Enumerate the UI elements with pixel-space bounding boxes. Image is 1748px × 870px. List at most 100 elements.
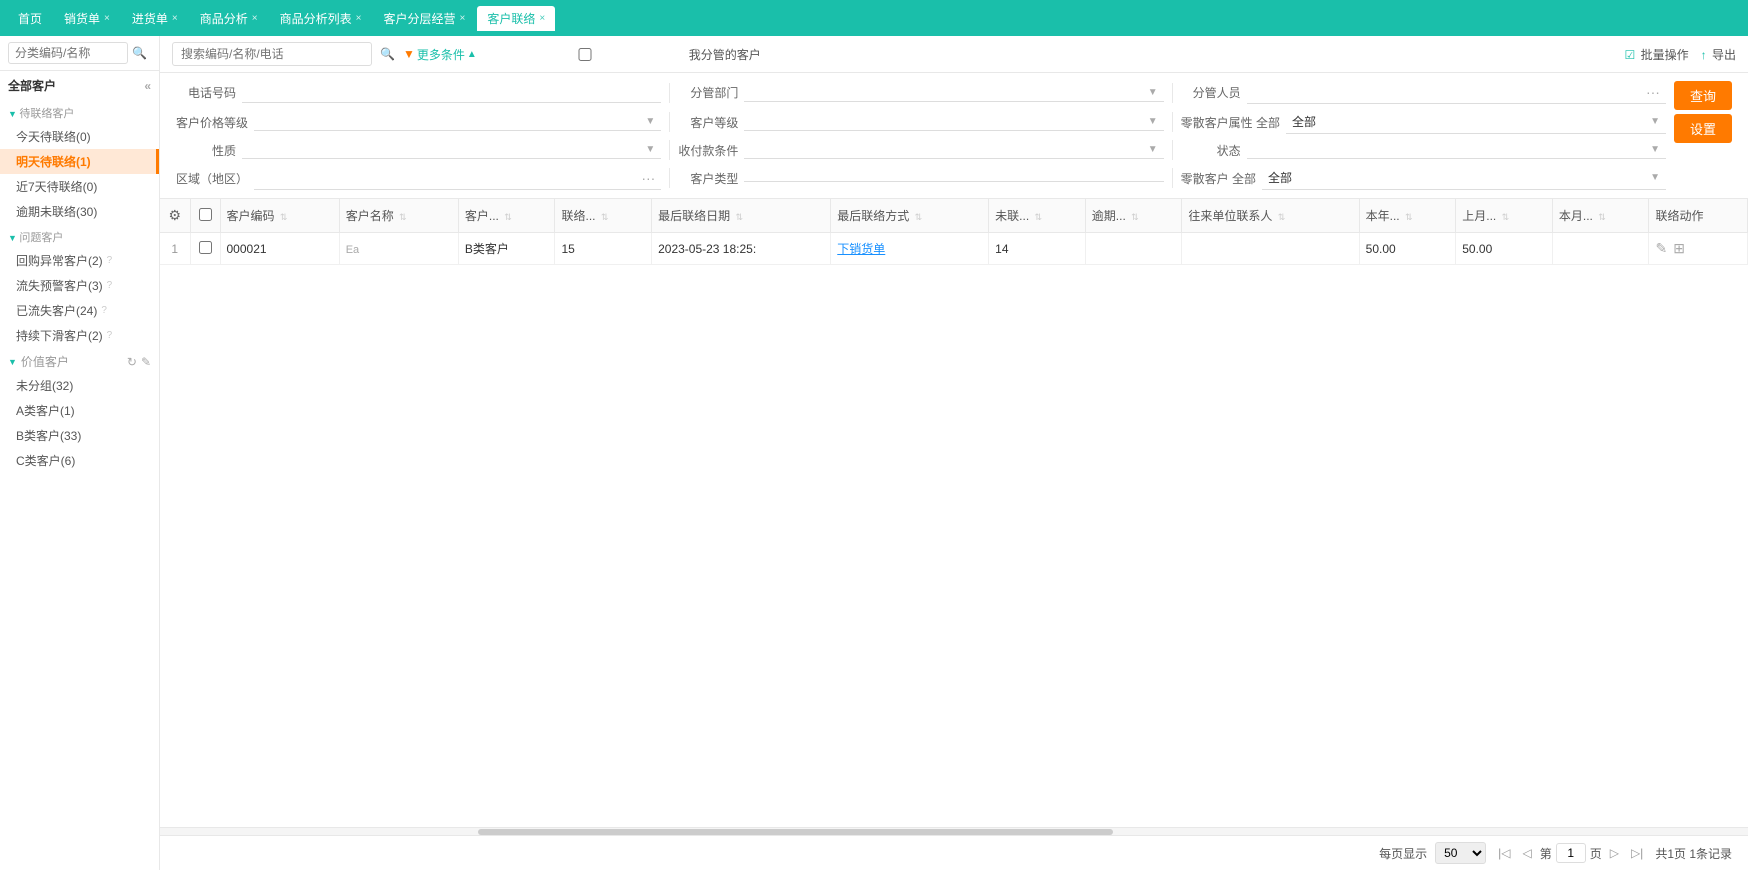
close-customer-seg-icon[interactable]: × xyxy=(459,13,465,24)
grid-action-icon[interactable]: ⊞ xyxy=(1673,240,1685,257)
sidebar-item-unclassified[interactable]: 未分组(32) xyxy=(0,373,159,398)
filter-cust-type: 客户类型 xyxy=(678,170,1163,187)
col-name: 客户名称 ⇅ xyxy=(339,199,458,233)
all-customers-label: 全部客户 xyxy=(8,77,56,94)
nav-analysis-list[interactable]: 商品分析列表 × xyxy=(270,6,372,31)
sidebar-item-lost[interactable]: 已流失客户(24) ? xyxy=(0,298,159,323)
sidebar-item-overdue[interactable]: 逾期未联络(30) xyxy=(0,199,159,224)
first-page-btn[interactable]: |◁ xyxy=(1494,844,1514,862)
price-level-select[interactable]: ▼ xyxy=(254,113,661,131)
export-btn[interactable]: ↑ 导出 xyxy=(1701,46,1736,63)
sort-uncontacted-icon[interactable]: ⇅ xyxy=(1035,212,1043,222)
filter-row-2: 客户价格等级 ▼ 客户等级 ▼ xyxy=(176,110,1666,134)
group-problem-customers[interactable]: 问题客户 xyxy=(0,224,159,248)
sidebar-search-icon[interactable]: 🔍 xyxy=(132,46,147,60)
last-page-btn[interactable]: ▷| xyxy=(1627,844,1647,862)
sidebar-search-input[interactable] xyxy=(8,42,128,64)
close-customer-contact-icon[interactable]: × xyxy=(539,13,545,24)
nav-customer-seg[interactable]: 客户分层经营 × xyxy=(373,6,475,31)
sort-last-method-icon[interactable]: ⇅ xyxy=(915,212,923,222)
col-overdue: 逾期... ⇅ xyxy=(1085,199,1182,233)
next-page-btn[interactable]: ▷ xyxy=(1606,844,1623,862)
region-input[interactable]: ··· xyxy=(254,167,661,190)
sidebar-item-typeC[interactable]: C类客户(6) xyxy=(0,448,159,473)
sort-name-icon[interactable]: ⇅ xyxy=(399,212,407,222)
page-label: 第 xyxy=(1540,845,1552,862)
settings-gear-icon[interactable]: ⚙ xyxy=(168,207,181,223)
sidebar-item-today[interactable]: 今天待联络(0) xyxy=(0,124,159,149)
customer-level-select[interactable]: ▼ xyxy=(744,113,1163,131)
my-customers-checkbox[interactable] xyxy=(485,48,685,61)
sort-overdue-icon[interactable]: ⇅ xyxy=(1131,212,1139,222)
search-button[interactable]: 🔍 xyxy=(380,47,395,61)
action-icons-container: ✎ ⊞ xyxy=(1655,240,1741,257)
sidebar-item-week7[interactable]: 近7天待联络(0) xyxy=(0,174,159,199)
status-select[interactable]: ▼ xyxy=(1247,141,1666,159)
close-sales-icon[interactable]: × xyxy=(104,13,110,24)
cell-last-date: 2023-05-23 18:25: xyxy=(652,233,831,265)
dept-select[interactable]: ▼ xyxy=(744,84,1163,102)
scatter-attr-select[interactable]: 全部 ▼ xyxy=(1286,110,1666,134)
sidebar-item-typeA[interactable]: A类客户(1) xyxy=(0,398,159,423)
query-button[interactable]: 查询 xyxy=(1674,81,1732,110)
sort-contact-person-icon[interactable]: ⇅ xyxy=(1278,212,1286,222)
sidebar-item-typeB[interactable]: B类客户(33) xyxy=(0,423,159,448)
page-input[interactable] xyxy=(1556,843,1586,863)
sort-type-icon[interactable]: ⇅ xyxy=(504,212,512,222)
sort-contact-icon[interactable]: ⇅ xyxy=(601,212,609,222)
batch-op-btn[interactable]: ☑ 批量操作 xyxy=(1625,46,1689,63)
row-checkbox[interactable] xyxy=(199,241,212,254)
close-analysis-list-icon[interactable]: × xyxy=(356,13,362,24)
sort-last-date-icon[interactable]: ⇅ xyxy=(735,212,743,222)
sidebar-item-declining[interactable]: 持续下滑客户(2) ? xyxy=(0,323,159,348)
search-input[interactable] xyxy=(172,42,372,66)
nav-sales[interactable]: 销货单 × xyxy=(54,6,120,31)
scatter-select[interactable]: 全部 ▼ xyxy=(1262,166,1666,190)
payment-select[interactable]: ▼ xyxy=(744,141,1163,159)
select-all-checkbox[interactable] xyxy=(199,208,212,221)
price-level-label: 客户价格等级 xyxy=(176,114,248,131)
scatter-arrow-icon: ▼ xyxy=(1650,172,1660,183)
sort-this-month-icon[interactable]: ⇅ xyxy=(1598,212,1606,222)
close-purchase-icon[interactable]: × xyxy=(172,13,178,24)
total-label: 共1页 1条记录 xyxy=(1655,845,1732,862)
col-settings: ⚙ xyxy=(160,199,190,233)
cell-contact-person xyxy=(1182,233,1359,265)
sort-last-month-icon[interactable]: ⇅ xyxy=(1502,212,1510,222)
sidebar-item-churn[interactable]: 流失预警客户(3) ? xyxy=(0,273,159,298)
nature-select[interactable]: ▼ xyxy=(242,141,661,159)
close-analysis-icon[interactable]: × xyxy=(252,13,258,24)
all-customers-header[interactable]: 全部客户 « xyxy=(0,71,159,100)
refresh-icon[interactable]: ↻ xyxy=(127,355,137,369)
group-pending-contact[interactable]: 待联络客户 xyxy=(0,100,159,124)
sidebar-item-tomorrow[interactable]: 明天待联络(1) xyxy=(0,149,159,174)
col-code: 客户编码 ⇅ xyxy=(220,199,339,233)
nav-analysis[interactable]: 商品分析 × xyxy=(190,6,268,31)
setting-button[interactable]: 设置 xyxy=(1674,114,1732,143)
manager-label: 分管人员 xyxy=(1181,84,1241,101)
manager-input[interactable]: ··· xyxy=(1247,81,1666,104)
prev-page-btn[interactable]: ◁ xyxy=(1518,844,1535,862)
table-footer: 每页显示 50 100 200 |◁ ◁ 第 页 ▷ ▷| 共1页 1条记录 xyxy=(160,835,1748,870)
nav-purchase[interactable]: 进货单 × xyxy=(122,6,188,31)
sidebar-item-repurchase[interactable]: 回购异常客户(2) ? xyxy=(0,248,159,273)
cust-type-select[interactable] xyxy=(744,175,1163,182)
pagination: |◁ ◁ 第 页 ▷ ▷| xyxy=(1494,843,1647,863)
edit-action-icon[interactable]: ✎ xyxy=(1655,240,1667,257)
status-label: 状态 xyxy=(1181,142,1241,159)
horizontal-scrollbar[interactable] xyxy=(160,827,1748,835)
cell-name: Ea xyxy=(339,233,458,265)
sort-this-year-icon[interactable]: ⇅ xyxy=(1405,212,1413,222)
col-last-date: 最后联络日期 ⇅ xyxy=(652,199,831,233)
edit-icon[interactable]: ✎ xyxy=(141,355,151,369)
nav-customer-contact[interactable]: 客户联络 × xyxy=(477,6,555,31)
nature-arrow-icon: ▼ xyxy=(645,144,655,155)
last-method-link[interactable]: 下销货单 xyxy=(837,242,885,256)
more-conditions-btn[interactable]: ▼ 更多条件 ▲ xyxy=(403,46,477,63)
phone-input[interactable] xyxy=(242,82,661,103)
scrollbar-thumb[interactable] xyxy=(478,829,1113,835)
per-page-select[interactable]: 50 100 200 xyxy=(1435,842,1486,864)
sort-code-icon[interactable]: ⇅ xyxy=(280,212,288,222)
filter-actions: 查询 设置 xyxy=(1674,81,1732,190)
nav-home[interactable]: 首页 xyxy=(8,6,52,31)
